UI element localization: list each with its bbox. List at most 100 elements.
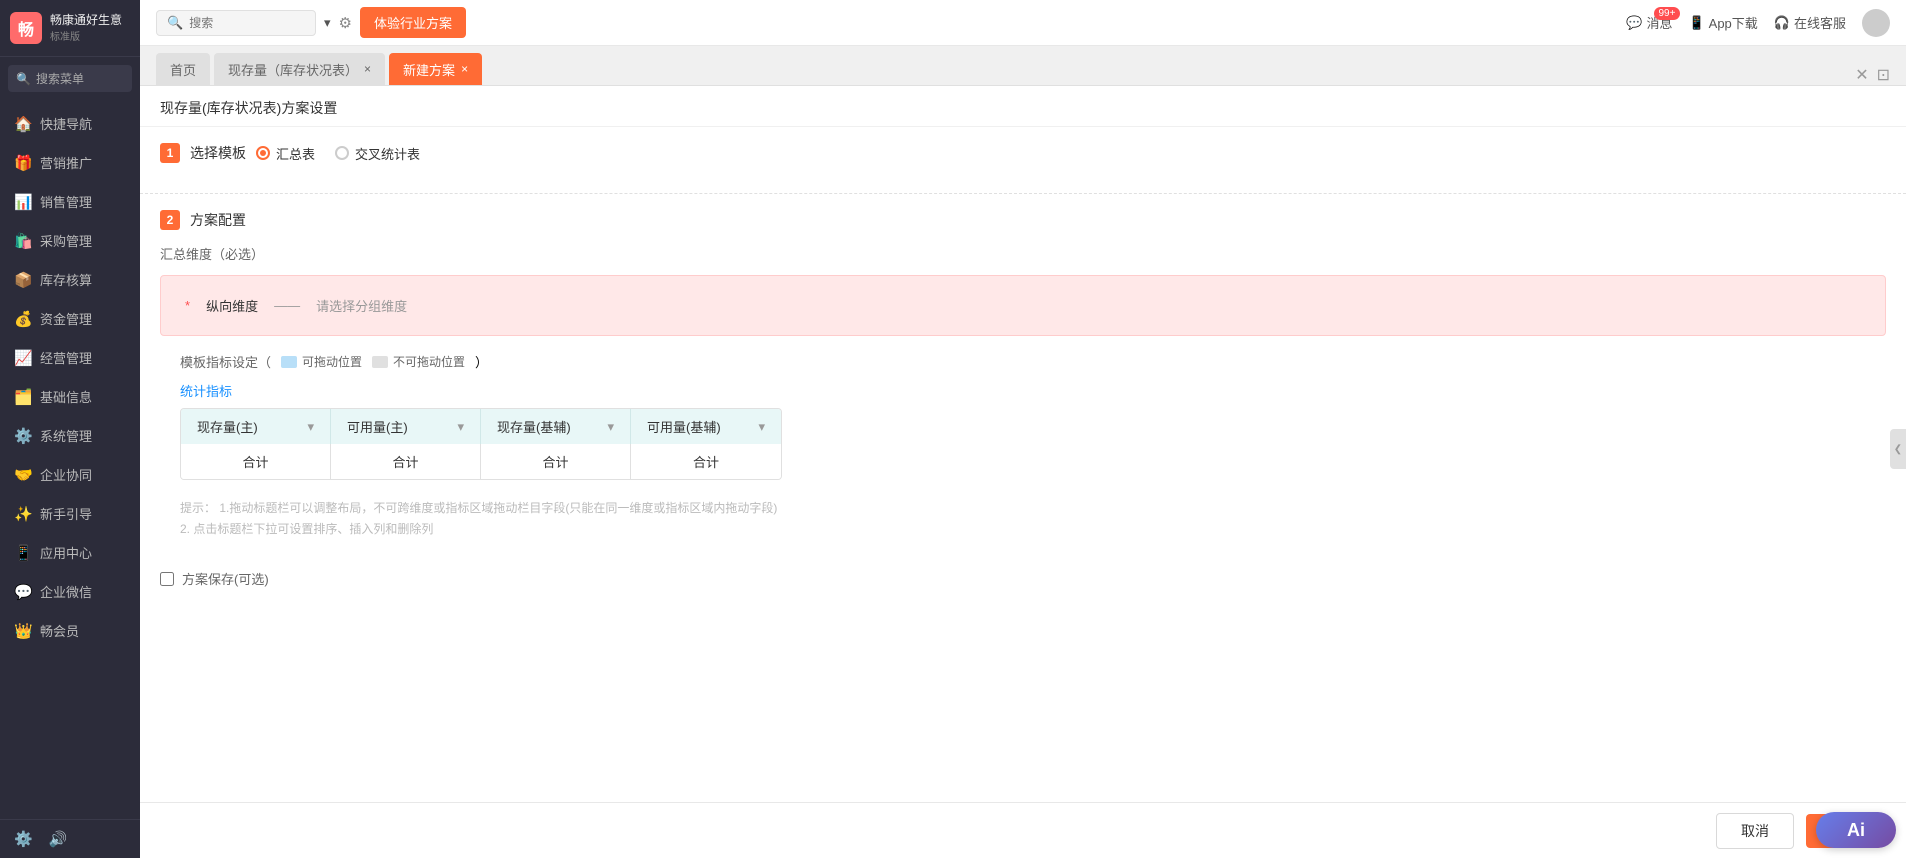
search-label: 搜索菜单 bbox=[36, 70, 84, 87]
app-center-icon: 📱 bbox=[14, 544, 32, 562]
sidebar-item-inventory[interactable]: 📦库存核算 bbox=[0, 260, 140, 299]
divider1 bbox=[140, 193, 1906, 194]
new-guide-icon: ✨ bbox=[14, 505, 32, 523]
sidebar-item-app-center[interactable]: 📱应用中心 bbox=[0, 533, 140, 572]
tab-home[interactable]: 首页 bbox=[156, 53, 210, 85]
tab-home-label: 首页 bbox=[170, 60, 196, 79]
message-badge: 99+ bbox=[1654, 7, 1681, 20]
table-header-cell-2[interactable]: 现存量(基辅)▾ bbox=[481, 409, 631, 444]
app-download-label: App下载 bbox=[1709, 13, 1758, 32]
sidebar-item-quick-nav[interactable]: 🏠 快捷导航 bbox=[0, 104, 140, 143]
marketing-icon: 🎁 bbox=[14, 154, 32, 172]
tab-new-plan-label: 新建方案 bbox=[403, 60, 455, 79]
download-icon: 📱 bbox=[1688, 15, 1704, 31]
draggable-box bbox=[281, 356, 297, 368]
basic-info-icon: 🗂️ bbox=[14, 388, 32, 406]
sidebar-nav: 🏠 快捷导航 🎁营销推广📊销售管理🛍️采购管理📦库存核算💰资金管理 📈 经营管理 🗂️ 基础… bbox=[0, 100, 140, 819]
indicator-section: 模板指标设定（ 可拖动位置 不可拖动位置 ） 统计指标 现存量(主)▾可用量(主… bbox=[160, 352, 1886, 499]
tab-inventory-close[interactable]: × bbox=[364, 62, 371, 76]
settings-icon[interactable]: ⚙️ bbox=[14, 830, 33, 848]
online-service-item[interactable]: 🎧 在线客服 bbox=[1774, 13, 1846, 32]
dimension-arrow: —— bbox=[274, 298, 300, 313]
tab-close-all-icon[interactable]: ✕ bbox=[1855, 65, 1868, 85]
inventory-icon: 📦 bbox=[14, 271, 32, 289]
sales-icon: 📊 bbox=[14, 193, 32, 211]
tab-inventory-status[interactable]: 现存量（库存状况表） × bbox=[214, 53, 385, 85]
col-label-0: 现存量(主) bbox=[197, 417, 258, 436]
message-item[interactable]: 💬 消息 99+ bbox=[1626, 13, 1672, 32]
tabbar: 首页 现存量（库存状况表） × 新建方案 × ✕ ⊡ bbox=[140, 46, 1906, 86]
sidebar-item-operations[interactable]: 📈 经营管理 bbox=[0, 338, 140, 377]
sidebar-bottom: ⚙️ 🔊 bbox=[0, 819, 140, 858]
right-collapse-handle[interactable]: ❮ bbox=[1890, 429, 1906, 469]
finance-label: 资金管理 bbox=[40, 309, 92, 328]
tips-section: 提示： 1.拖动标题栏可以调整布局，不可跨维度或指标区域拖动栏目字段(只能在同一… bbox=[160, 499, 1886, 537]
chevron-down-icon: ▾ bbox=[324, 15, 331, 31]
app-name: 畅康通好生意 bbox=[50, 13, 122, 29]
legend-draggable: 可拖动位置 bbox=[281, 353, 362, 370]
sidebar-item-membership[interactable]: 👑畅会员 bbox=[0, 611, 140, 650]
sidebar-item-wechat[interactable]: 💬企业微信 bbox=[0, 572, 140, 611]
dimension-box[interactable]: * 纵向维度 —— 请选择分组维度 bbox=[160, 275, 1886, 336]
app-edition: 标准版 bbox=[50, 28, 122, 43]
membership-label: 畅会员 bbox=[40, 621, 79, 640]
operations-icon: 📈 bbox=[14, 349, 32, 367]
save-checkbox[interactable] bbox=[160, 572, 174, 586]
radio-summary-circle bbox=[256, 146, 270, 160]
col-chevron-0: ▾ bbox=[307, 419, 314, 435]
dimension-field-label: 汇总维度（必选） bbox=[160, 244, 1886, 263]
topbar-dropdown[interactable]: ▾ bbox=[324, 15, 331, 31]
user-avatar[interactable] bbox=[1862, 9, 1890, 37]
new-guide-label: 新手引导 bbox=[40, 504, 92, 523]
sidebar-search[interactable]: 🔍 搜索菜单 bbox=[8, 65, 132, 92]
purchase-label: 采购管理 bbox=[40, 231, 92, 250]
sidebar-item-purchase[interactable]: 🛍️采购管理 bbox=[0, 221, 140, 260]
app-download-item[interactable]: 📱 App下载 bbox=[1688, 13, 1757, 32]
tab-expand-icon[interactable]: ⊡ bbox=[1877, 65, 1890, 85]
radio-cross[interactable]: 交叉统计表 bbox=[335, 144, 420, 163]
basic-info-label: 基础信息 bbox=[40, 387, 92, 406]
topbar-settings-icon[interactable]: ⚙ bbox=[339, 14, 352, 32]
sidebar-item-finance[interactable]: 💰资金管理 bbox=[0, 299, 140, 338]
sidebar-item-cooperation[interactable]: 🤝企业协同 bbox=[0, 455, 140, 494]
save-section: 方案保存(可选) bbox=[140, 557, 1906, 600]
table-data-cell-1: 合计 bbox=[331, 444, 481, 479]
sidebar-item-basic-info[interactable]: 🗂️ 基础信息 bbox=[0, 377, 140, 416]
quick-nav-icon: 🏠 bbox=[14, 115, 32, 133]
wechat-icon: 💬 bbox=[14, 583, 32, 601]
cooperation-label: 企业协同 bbox=[40, 465, 92, 484]
col-label-3: 可用量(基辅) bbox=[647, 417, 721, 436]
online-service-label: 在线客服 bbox=[1794, 13, 1846, 32]
col-chevron-2: ▾ bbox=[607, 419, 614, 435]
operations-label: 经营管理 bbox=[40, 348, 92, 367]
legend-nondraggable-label: 不可拖动位置 bbox=[393, 353, 465, 370]
tab-inventory-label: 现存量（库存状况表） bbox=[228, 60, 358, 79]
quick-nav-label: 快捷导航 bbox=[40, 114, 92, 133]
topbar: 🔍 ▾ ⚙ 体验行业方案 💬 消息 99+ 📱 App下载 🎧 在线客服 bbox=[140, 0, 1906, 46]
trial-btn[interactable]: 体验行业方案 bbox=[360, 7, 466, 38]
sidebar-item-sales[interactable]: 📊销售管理 bbox=[0, 182, 140, 221]
topbar-search-box[interactable]: 🔍 bbox=[156, 10, 316, 36]
step1-section: 1 选择模板 汇总表 交叉统计表 bbox=[140, 127, 1906, 193]
indicator-setting-label: 模板指标设定（ bbox=[180, 352, 271, 371]
step1-title: 选择模板 bbox=[190, 143, 246, 163]
radio-cross-label: 交叉统计表 bbox=[355, 144, 420, 163]
ai-button[interactable]: Ai bbox=[1816, 812, 1896, 848]
legend-draggable-label: 可拖动位置 bbox=[302, 353, 362, 370]
sidebar-item-new-guide[interactable]: ✨ 新手引导 bbox=[0, 494, 140, 533]
table-data-cell-0: 合计 bbox=[181, 444, 331, 479]
col-chevron-1: ▾ bbox=[457, 419, 464, 435]
tab-new-plan-close[interactable]: × bbox=[461, 62, 468, 76]
sidebar-item-system[interactable]: ⚙️系统管理 bbox=[0, 416, 140, 455]
cancel-button[interactable]: 取消 bbox=[1716, 813, 1794, 849]
table-header-cell-1[interactable]: 可用量(主)▾ bbox=[331, 409, 481, 444]
topbar-search-input[interactable] bbox=[189, 16, 289, 30]
sound-icon[interactable]: 🔊 bbox=[49, 830, 68, 848]
radio-summary[interactable]: 汇总表 bbox=[256, 144, 315, 163]
table-header-cell-3[interactable]: 可用量(基辅)▾ bbox=[631, 409, 781, 444]
table-header-cell-0[interactable]: 现存量(主) ▾ bbox=[181, 409, 331, 444]
page-title: 现存量(库存状况表)方案设置 bbox=[140, 86, 1906, 127]
tab-new-plan[interactable]: 新建方案 × bbox=[389, 53, 482, 85]
sidebar-item-marketing[interactable]: 🎁营销推广 bbox=[0, 143, 140, 182]
step2-section: 2 方案配置 汇总维度（必选） * 纵向维度 —— 请选择分组维度 模板指标设定… bbox=[140, 210, 1906, 557]
